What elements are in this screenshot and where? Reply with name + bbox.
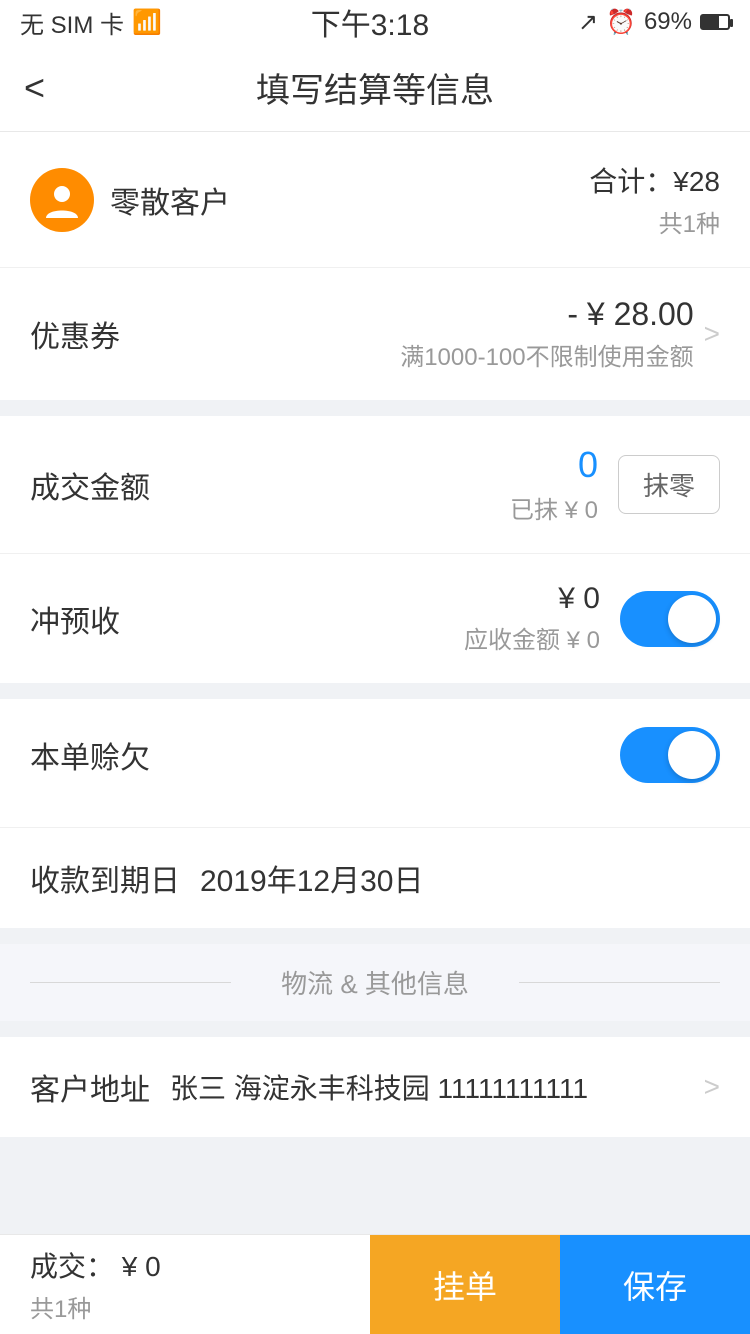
round-button[interactable]: 抹零 (618, 455, 720, 514)
bottom-summary: 成交： ¥ 0 共1种 (0, 1245, 370, 1324)
divider-section: 物流 & 其他信息 (0, 944, 750, 1021)
wifi-icon: 📶 (132, 8, 162, 37)
status-bar: 无 SIM 卡 📶 下午3:18 ↗ ⏰ 69% (0, 0, 750, 44)
coupon-label: 优惠券 (30, 312, 120, 356)
avatar (30, 168, 94, 232)
divider-text: 物流 & 其他信息 (281, 964, 469, 1001)
credit-row: 本单赊欠 (0, 699, 750, 811)
save-button[interactable]: 保存 (560, 1235, 750, 1334)
address-value: 张三 海淀永丰科技园 11111111111 (170, 1067, 704, 1107)
customer-info: 零散客户 (30, 168, 230, 232)
battery-text: 69% (644, 8, 692, 36)
status-left: 无 SIM 卡 📶 (20, 5, 162, 40)
status-time: 下午3:18 (311, 0, 429, 44)
person-icon (42, 180, 82, 220)
coupon-discount: - ¥ 28.00 (400, 296, 693, 333)
advance-label: 冲预收 (30, 597, 120, 641)
coupon-row[interactable]: 优惠券 - ¥ 28.00 满1000-100不限制使用金额 > (0, 267, 750, 400)
customer-name: 零散客户 (110, 178, 230, 222)
total-amount: 合计：¥28 (589, 160, 720, 200)
transaction-section: 成交金额 0 已抹 ¥ 0 抹零 冲预收 ¥ 0 应收金额 ¥ 0 (0, 416, 750, 683)
credit-toggle[interactable] (620, 727, 720, 783)
customer-row: 零散客户 合计：¥28 共1种 (0, 132, 750, 267)
amount-value-wrap: 0 已抹 ¥ 0 (510, 444, 598, 525)
carrier-text: 无 SIM 卡 (20, 5, 124, 40)
bottom-count: 共1种 (30, 1289, 340, 1324)
hold-button[interactable]: 挂单 (370, 1235, 560, 1334)
divider-line-left (30, 982, 231, 983)
coupon-value-wrap: - ¥ 28.00 满1000-100不限制使用金额 (400, 296, 693, 372)
advance-row: 冲预收 ¥ 0 应收金额 ¥ 0 (0, 553, 750, 683)
amount-label: 成交金额 (30, 463, 150, 507)
address-row[interactable]: 客户地址 张三 海淀永丰科技园 11111111111 > (0, 1037, 750, 1137)
due-date-label: 收款到期日 (30, 856, 180, 900)
toggle-knob (668, 595, 716, 643)
address-label: 客户地址 (30, 1065, 150, 1109)
credit-section: 本单赊欠 收款到期日 2019年12月30日 (0, 699, 750, 928)
location-icon: ↗ (578, 8, 598, 37)
bottom-trans-value: ¥ 0 (122, 1251, 161, 1282)
amount-sub: 已抹 ¥ 0 (510, 490, 598, 525)
status-right: ↗ ⏰ 69% (578, 8, 730, 37)
advance-toggle[interactable] (620, 591, 720, 647)
customer-section: 零散客户 合计：¥28 共1种 优惠券 - ¥ 28.00 满1000-100不… (0, 132, 750, 400)
credit-toggle-knob (668, 731, 716, 779)
battery-icon (700, 14, 730, 30)
address-chevron-icon: > (704, 1071, 720, 1103)
coupon-right: - ¥ 28.00 满1000-100不限制使用金额 > (400, 296, 720, 372)
total-count: 共1种 (589, 204, 720, 239)
coupon-description: 满1000-100不限制使用金额 (400, 337, 693, 372)
divider-line-right (519, 982, 720, 983)
bottom-bar: 成交： ¥ 0 共1种 挂单 保存 (0, 1234, 750, 1334)
back-button[interactable]: < (24, 67, 45, 109)
bottom-trans-text: 成交： (30, 1251, 114, 1282)
page-title: 填写结算等信息 (256, 63, 494, 112)
amount-right: 0 已抹 ¥ 0 抹零 (510, 444, 720, 525)
bottom-trans-label: 成交： ¥ 0 (30, 1245, 340, 1285)
amount-value: 0 (510, 444, 598, 486)
advance-value-wrap: ¥ 0 应收金额 ¥ 0 (464, 582, 600, 655)
amount-row: 成交金额 0 已抹 ¥ 0 抹零 (0, 416, 750, 553)
alarm-icon: ⏰ (606, 8, 636, 37)
advance-sub: 应收金额 ¥ 0 (464, 620, 600, 655)
due-date-row: 收款到期日 2019年12月30日 (0, 827, 750, 928)
due-date-value: 2019年12月30日 (200, 856, 423, 900)
nav-bar: < 填写结算等信息 (0, 44, 750, 132)
advance-value: ¥ 0 (464, 582, 600, 616)
credit-label: 本单赊欠 (30, 733, 150, 777)
customer-total: 合计：¥28 共1种 (589, 160, 720, 239)
advance-right: ¥ 0 应收金额 ¥ 0 (464, 582, 720, 655)
chevron-right-icon: > (704, 318, 720, 350)
